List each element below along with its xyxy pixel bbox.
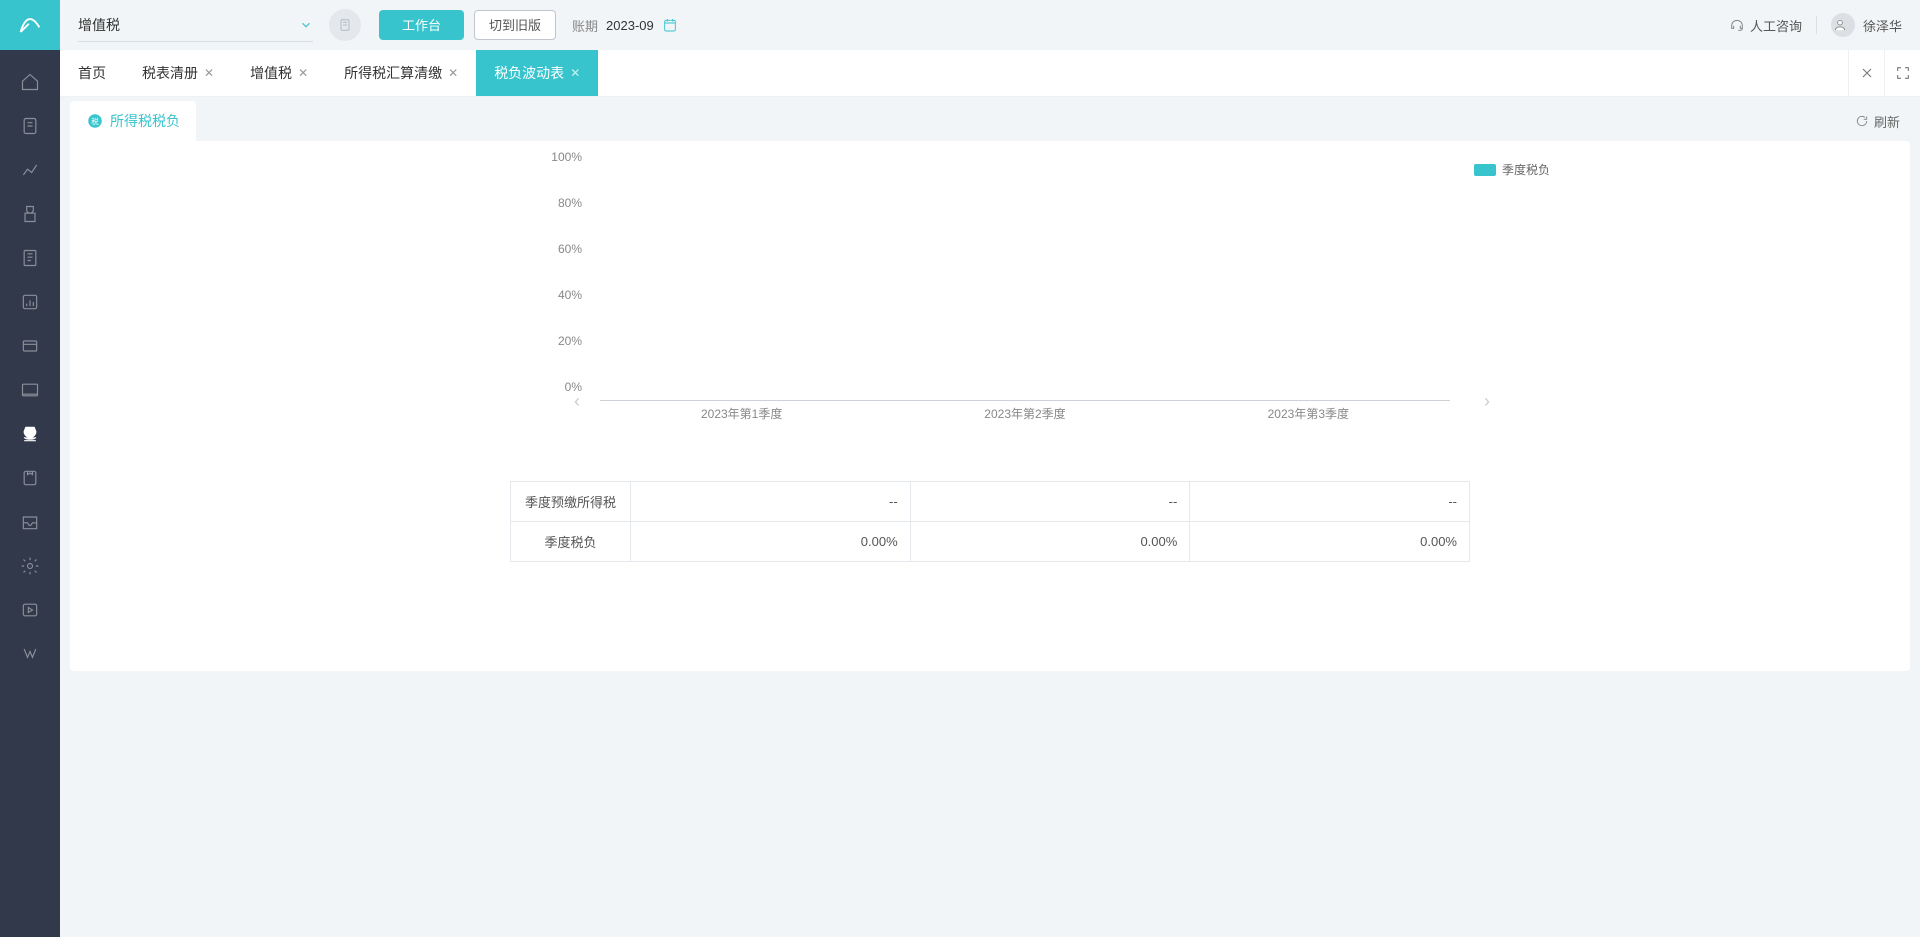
nav-invoice[interactable] [0, 104, 60, 148]
refresh-icon [1855, 114, 1869, 128]
nav-video[interactable] [0, 588, 60, 632]
sidebar [0, 0, 60, 937]
old-version-button[interactable]: 切到旧版 [474, 10, 556, 40]
account-selector[interactable]: 增值税 [78, 8, 313, 42]
chart-legend: 季度税负 [1474, 161, 1550, 178]
tab-income-settlement[interactable]: 所得税汇算清缴✕ [326, 50, 476, 96]
chart-panel: 季度税负 100% 80% 60% 40% 20% 0% 2023年第1季度 2… [70, 141, 1910, 671]
nav-payroll[interactable] [0, 324, 60, 368]
nav-report[interactable] [0, 280, 60, 324]
chart-data-table: 季度预缴所得税 -- -- -- 季度税负 0.00% 0.00% 0.00% [510, 481, 1470, 562]
tabs-fullscreen[interactable] [1884, 50, 1920, 96]
period-value[interactable]: 2023-09 [606, 18, 654, 33]
tab-tax-fluctuation[interactable]: 税负波动表✕ [476, 50, 598, 96]
close-icon[interactable]: ✕ [570, 66, 580, 80]
close-icon[interactable]: ✕ [448, 66, 458, 80]
plot-area [600, 171, 1450, 401]
consult-button[interactable]: 人工咨询 [1729, 16, 1802, 35]
close-icon[interactable]: ✕ [298, 66, 308, 80]
divider [1816, 16, 1817, 34]
tab-tax-register[interactable]: 税表清册✕ [124, 50, 232, 96]
top-header: 增值税 工作台 切到旧版 账期 2023-09 人工咨询 徐泽华 [60, 0, 1920, 50]
nav-home[interactable] [0, 60, 60, 104]
nav-archive[interactable] [0, 456, 60, 500]
workspace-button[interactable]: 工作台 [379, 10, 464, 40]
x-axis: 2023年第1季度 2023年第2季度 2023年第3季度 [600, 405, 1450, 423]
table-row: 季度税负 0.00% 0.00% 0.00% [511, 522, 1470, 562]
refresh-button[interactable]: 刷新 [1855, 101, 1900, 141]
nav-vip[interactable] [0, 632, 60, 676]
nav-ledger[interactable] [0, 236, 60, 280]
app-logo[interactable] [0, 0, 60, 50]
tax-burden-chart: 季度税负 100% 80% 60% 40% 20% 0% 2023年第1季度 2… [530, 161, 1450, 441]
period-label: 账期 [572, 16, 598, 35]
page-tabs: 首页 税表清册✕ 增值税✕ 所得税汇算清缴✕ 税负波动表✕ [60, 50, 1920, 97]
nav-analysis[interactable] [0, 148, 60, 192]
tabs-close-all[interactable] [1848, 50, 1884, 96]
calendar-icon[interactable] [662, 17, 678, 33]
tab-home[interactable]: 首页 [60, 50, 124, 96]
subtab-income-tax-burden[interactable]: 税 所得税税负 [70, 101, 196, 141]
nav-tax[interactable] [0, 412, 60, 456]
legend-swatch [1474, 164, 1496, 176]
table-row: 季度预缴所得税 -- -- -- [511, 482, 1470, 522]
headset-icon [1729, 17, 1745, 33]
tab-vat[interactable]: 增值税✕ [232, 50, 326, 96]
chart-prev[interactable]: ‹ [574, 391, 580, 412]
content-area: 税 所得税税负 刷新 季度税负 100% 80% 60% 40% 20% 0% [60, 97, 1920, 937]
user-menu[interactable]: 徐泽华 [1831, 13, 1902, 37]
nav-settings[interactable] [0, 544, 60, 588]
nav-fund[interactable] [0, 192, 60, 236]
chevron-down-icon [299, 18, 313, 32]
notebook-button[interactable] [329, 9, 361, 41]
y-axis: 100% 80% 60% 40% 20% 0% [530, 171, 590, 401]
account-name: 增值税 [78, 15, 120, 35]
chart-next[interactable]: › [1484, 391, 1490, 412]
svg-text:税: 税 [91, 116, 99, 126]
avatar-icon [1831, 13, 1855, 37]
close-icon[interactable]: ✕ [204, 66, 214, 80]
nav-asset[interactable] [0, 368, 60, 412]
nav-inbox[interactable] [0, 500, 60, 544]
badge-icon: 税 [86, 112, 104, 130]
